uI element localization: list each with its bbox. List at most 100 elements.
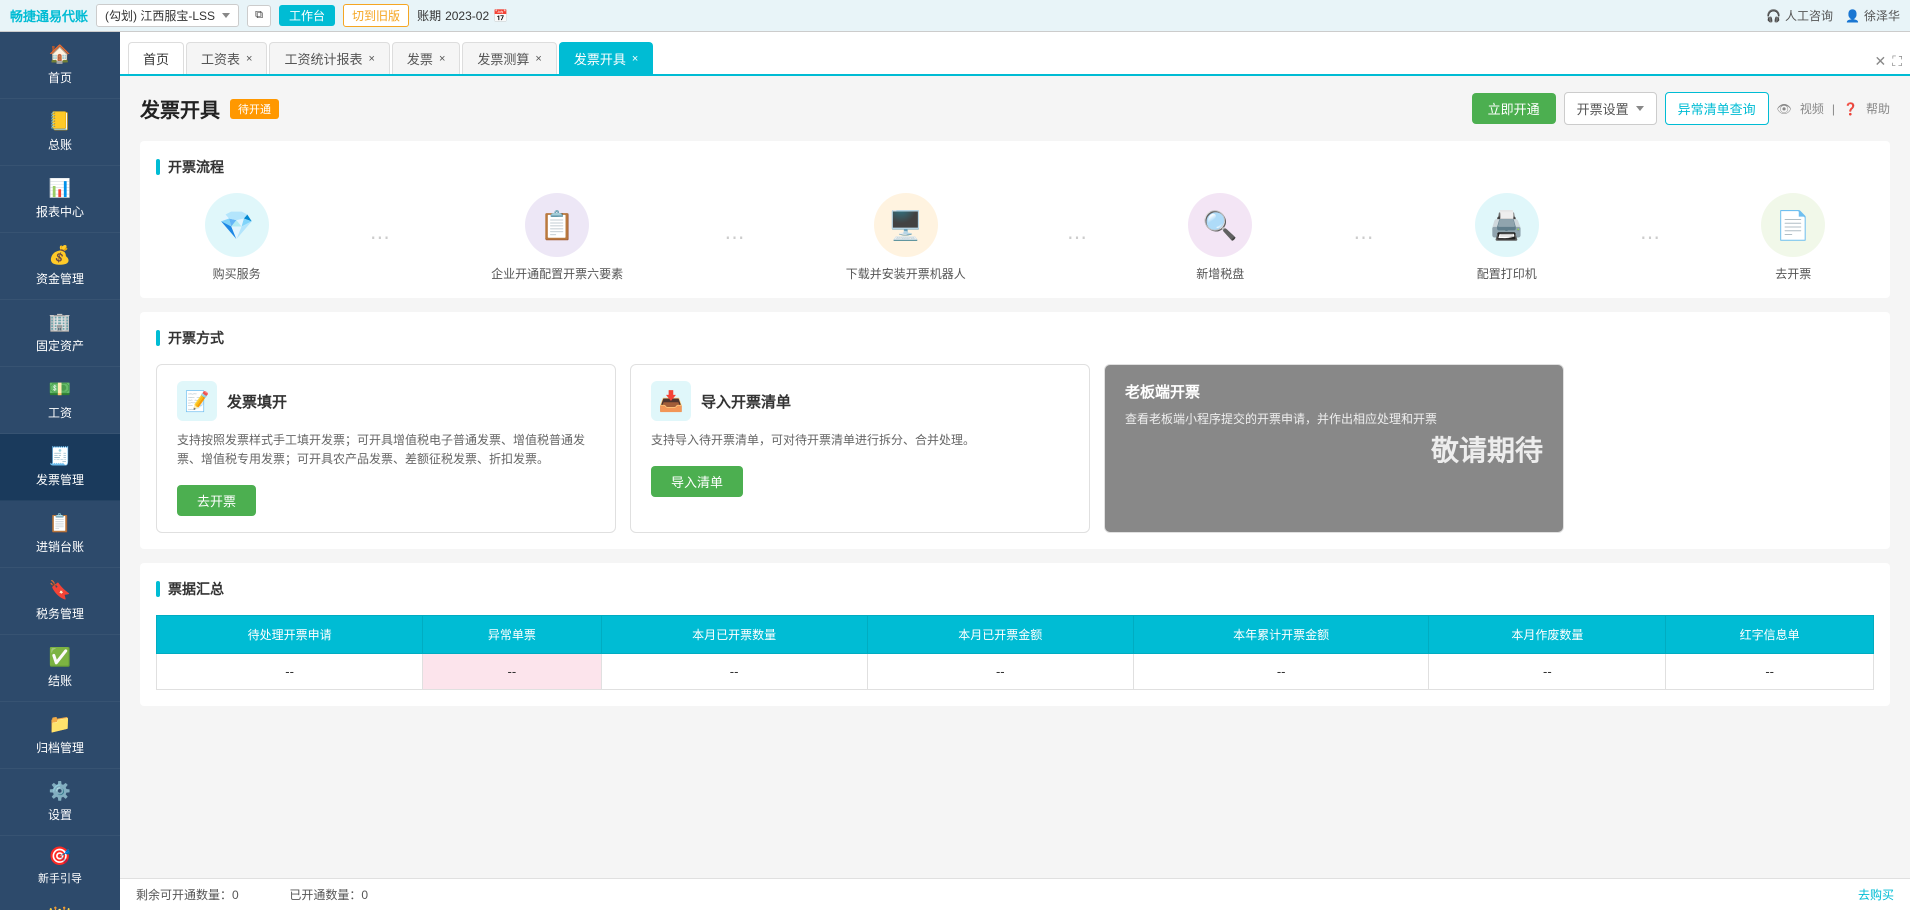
tab-close-invoice-calc[interactable]: × [535,53,541,65]
sidebar-bottom: 🎯 新手引导 👑 畅会员 📌 取消固定 [0,836,120,910]
tab-close-salary-report[interactable]: × [368,53,374,65]
flow-step-open[interactable]: 📄 去开票 [1761,193,1825,282]
service-label: 人工咨询 [1785,7,1833,24]
tax-icon: 🔖 [49,580,71,601]
flow-arrow-2: ⋯ [724,225,744,250]
tab-invoice-label: 发票 [407,49,433,68]
bottom-bar: 剩余可开通数量：0 已开通数量：0 去购买 [120,878,1910,910]
tab-salary-report[interactable]: 工资统计报表 × [269,42,389,74]
col-red-info: 红字信息单 [1666,616,1874,654]
method-card-fill-header: 📝 发票填开 [177,381,595,421]
invoice-icon: 🧾 [49,446,71,467]
sidebar-item-settings[interactable]: ⚙️设置 [0,769,120,836]
sidebar-item-purchase[interactable]: 📋进销台账 [0,501,120,568]
sidebar-item-guide[interactable]: 🎯 新手引导 [0,836,120,896]
tab-invoice-calc[interactable]: 发票测算 × [462,42,556,74]
method-card-import-header: 📥 导入开票清单 [651,381,1069,421]
sidebar-item-archive[interactable]: 📁 归档管理 [0,702,120,769]
sidebar-item-member[interactable]: 👑 畅会员 [0,896,120,910]
tab-close-invoice-issue[interactable]: × [632,53,638,65]
summary-section-title: 票据汇总 [156,579,1874,599]
header-actions: 立即开通 开票设置 异常清单查询 👁 视频 | ❓ 帮助 [1472,92,1890,125]
val-abnormal: -- [423,654,601,690]
config-icon: 📋 [525,193,589,257]
methods-section: 开票方式 📝 发票填开 支持按照发票样式手工填开发票；可开具增值税电子普通发票、… [140,312,1890,549]
flow-section-title: 开票流程 [156,157,1874,177]
flow-step-taxdisk[interactable]: 🔍 新增税盘 [1188,193,1252,282]
sidebar-item-reports[interactable]: 📊报表中心 [0,166,120,233]
divider: | [1832,102,1835,116]
taxdisk-icon: 🔍 [1188,193,1252,257]
val-monthly-amount: -- [867,654,1133,690]
sidebar-item-tax[interactable]: 🔖 税务管理 [0,568,120,635]
sidebar-item-assets[interactable]: 🏢固定资产 [0,300,120,367]
tax-label: 税务管理 [36,605,84,622]
headset-icon: 🎧 [1766,9,1781,23]
page-title-area: 发票开具 待开通 [140,94,279,123]
tab-expand-icon[interactable]: ⛶ [1892,53,1902,70]
service-area[interactable]: 🎧 人工咨询 [1766,7,1833,24]
top-bar-left: 畅捷通易代账 (勾划) 江西服宝-LSS ⧉ 工作台 切到旧版 账期 2023-… [10,4,508,27]
tab-salary-table[interactable]: 工资表 × [186,42,267,74]
archive-label: 归档管理 [36,739,84,756]
go-invoice-button[interactable]: 去开票 [177,485,256,516]
boss-invoice-title: 老板端开票 [1125,381,1200,402]
sidebar-item-home[interactable]: 🏠首页 [0,32,120,99]
tab-salary-table-label: 工资表 [201,49,240,68]
tab-close-invoice[interactable]: × [439,53,445,65]
period-value: 2023-02 [445,9,489,23]
method-card-boss: 老板端开票 查看老板端小程序提交的开票申请，并作出相应处理和开票 敬请期待 [1104,364,1564,533]
tab-close-icon[interactable]: ✕ [1874,53,1886,70]
buy-link[interactable]: 去购买 [1858,886,1894,903]
col-abnormal: 异常单票 [423,616,601,654]
import-list-button[interactable]: 导入清单 [651,466,743,497]
val-annual-amount: -- [1133,654,1429,690]
flow-step-config[interactable]: 📋 企业开通配置开票六要素 [491,193,623,282]
tab-invoice-issue[interactable]: 发票开具 × [559,42,653,74]
guide-label: 新手引导 [38,870,82,886]
home-label: 首页 [48,69,72,86]
assets-icon: 🏢 [49,312,71,333]
sidebar-item-closing[interactable]: ✅结账 [0,635,120,702]
user-area[interactable]: 👤 徐泽华 [1845,7,1900,24]
flow-step-printer[interactable]: 🖨️ 配置打印机 [1475,193,1539,282]
top-bar: 畅捷通易代账 (勾划) 江西服宝-LSS ⧉ 工作台 切到旧版 账期 2023-… [0,0,1910,32]
sidebar-item-salary[interactable]: 💵工资 [0,367,120,434]
workstation-button[interactable]: 工作台 [279,5,335,26]
ledger-icon: 📒 [49,111,71,132]
abnormal-query-button[interactable]: 异常清单查询 [1665,92,1769,125]
sidebar: 🏠首页📒总账📊报表中心💰资金管理🏢固定资产💵工资🧾发票管理📋进销台账 🔖 税务管理 ✅… [0,32,120,910]
tab-invoice-issue-label: 发票开具 [574,49,626,68]
tab-home[interactable]: 首页 [128,42,184,74]
sidebar-item-fund[interactable]: 💰资金管理 [0,233,120,300]
tab-invoice[interactable]: 发票 × [392,42,460,74]
archive-icon: 📁 [49,714,71,735]
flow-arrow-1: ⋯ [370,225,390,250]
tab-home-label: 首页 [143,49,169,68]
printer-icon: 🖨️ [1475,193,1539,257]
user-name: 徐泽华 [1864,7,1900,24]
col-monthly-qty: 本月已开票数量 [601,616,867,654]
immediate-open-button[interactable]: 立即开通 [1472,93,1556,124]
tab-close-salary-table[interactable]: × [246,53,252,65]
sidebar-item-invoice[interactable]: 🧾发票管理 [0,434,120,501]
flow-step-buy[interactable]: 💎 购买服务 [205,193,269,282]
calendar-icon[interactable]: 📅 [493,9,508,23]
purchase-icon: 📋 [49,513,71,534]
company-selector[interactable]: (勾划) 江西服宝-LSS [96,4,239,27]
sidebar-item-ledger[interactable]: 📒总账 [0,99,120,166]
opened-label: 已开通数量：0 [289,888,368,902]
invoice-methods: 📝 发票填开 支持按照发票样式手工填开发票；可开具增值税电子普通发票、增值税普通… [156,364,1874,533]
boss-invoice-desc: 查看老板端小程序提交的开票申请，并作出相应处理和开票 [1125,410,1437,427]
settings-button[interactable]: 开票设置 [1564,92,1657,125]
fund-icon: 💰 [49,245,71,266]
copy-button[interactable]: ⧉ [247,5,271,27]
coming-soon-label: 敬请期待 [1431,429,1543,469]
help-label: 帮助 [1866,100,1890,117]
old-version-button[interactable]: 切到旧版 [343,4,409,27]
val-red-info: -- [1666,654,1874,690]
summary-header-row: 待处理开票申请 异常单票 本月已开票数量 本月已开票金额 本年累计开票金额 本月… [157,616,1874,654]
period-area: 账期 2023-02 📅 [417,7,508,24]
view-label: 视频 [1800,100,1824,117]
flow-step-download[interactable]: 🖥️ 下载并安装开票机器人 [846,193,966,282]
